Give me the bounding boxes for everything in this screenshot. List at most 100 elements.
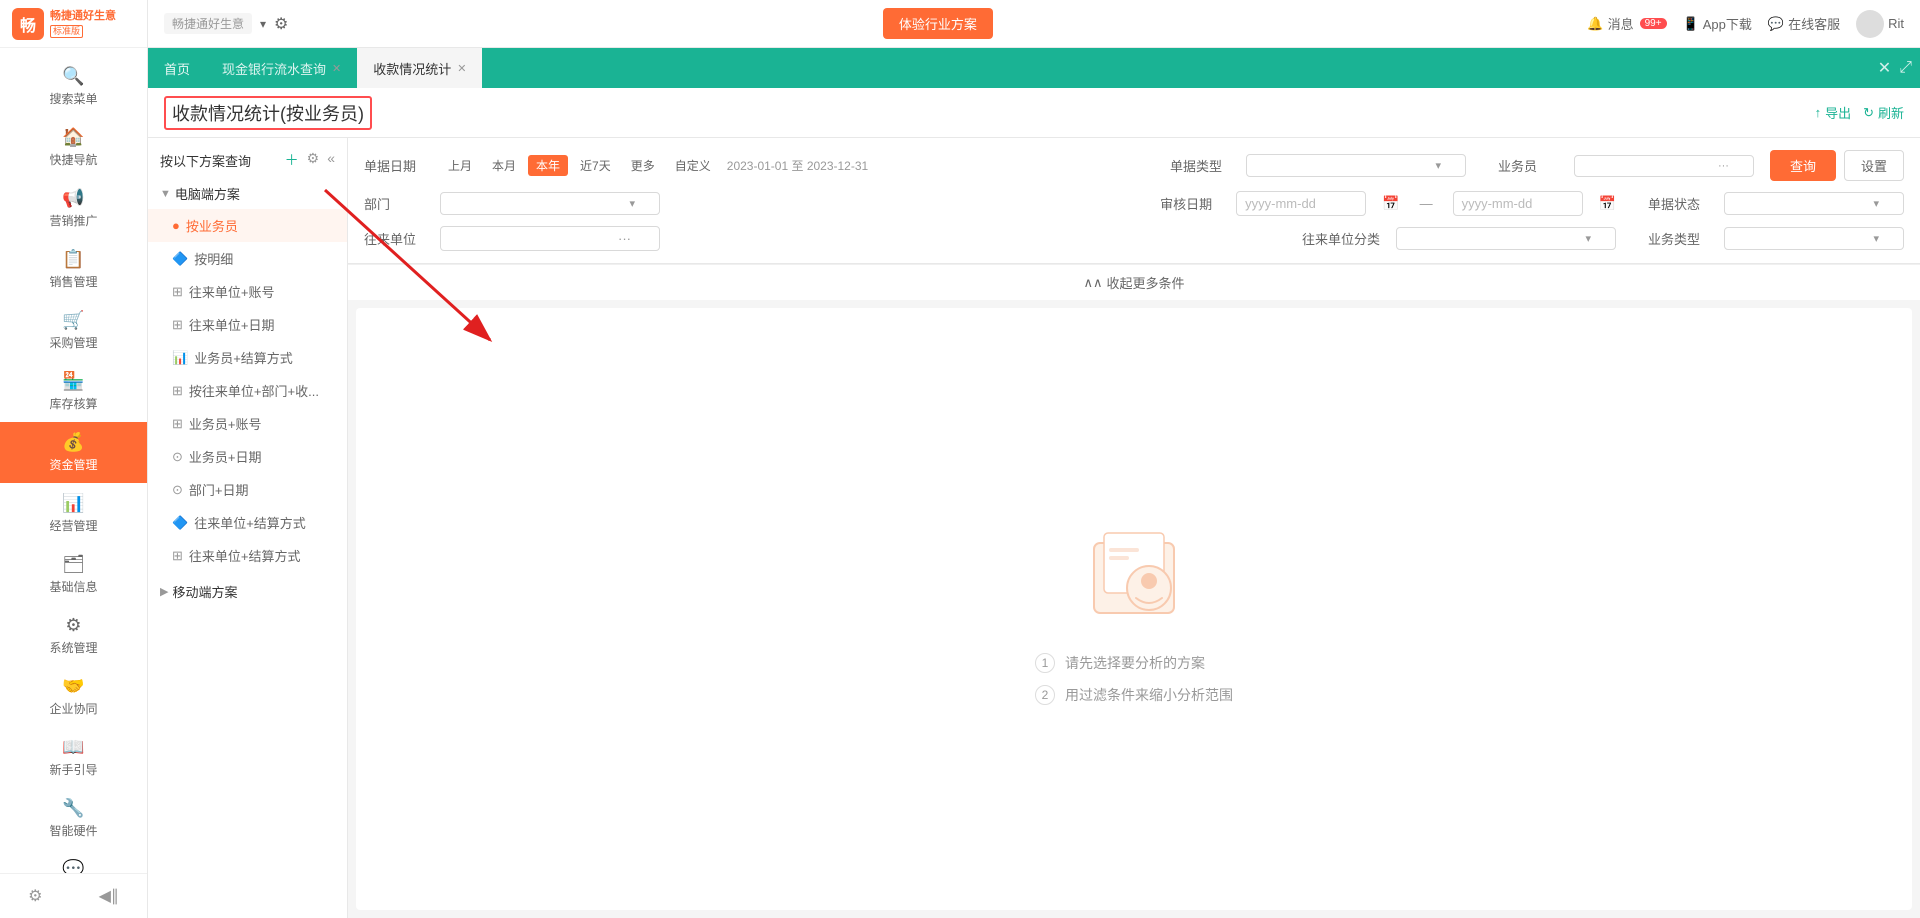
receipt-tab-close[interactable]: ✕ xyxy=(457,62,466,75)
scheme-item-client-settle1[interactable]: 🔷 往来单位+结算方式 xyxy=(148,506,347,539)
scheme-item-staff-date[interactable]: ⊙ 业务员+日期 xyxy=(148,440,347,473)
left-panel-header: 按以下方案查询 ＋ ⚙ « xyxy=(148,138,347,178)
operations-icon: 📊 xyxy=(62,493,84,514)
counterpart-category-select[interactable]: ▾ xyxy=(1396,227,1616,250)
sidebar-item-enterprise[interactable]: 🤝 企业协同 xyxy=(0,666,147,727)
online-service-group[interactable]: 💬 在线客服 xyxy=(1768,14,1840,33)
audit-date-to[interactable]: yyyy-mm-dd xyxy=(1453,191,1583,216)
home-tab-label: 首页 xyxy=(164,59,190,78)
collapse-bar[interactable]: ∧∧ 收起更多条件 xyxy=(348,264,1920,300)
header-gear-icon[interactable]: ⚙ xyxy=(274,14,288,34)
doc-status-select[interactable]: ▾ xyxy=(1724,192,1904,215)
collapse-sidebar-button[interactable]: ◀∥ xyxy=(99,886,119,906)
active-scheme-icon: ● xyxy=(172,218,180,233)
sidebar-item-finance[interactable]: 💰 资金管理 xyxy=(0,422,147,483)
date-tab-this-year[interactable]: 本年 xyxy=(528,155,568,176)
sidebar-item-quicknav[interactable]: 🏠 快捷导航 xyxy=(0,117,147,178)
app-download-group[interactable]: 📱 App下载 xyxy=(1683,14,1752,33)
query-button[interactable]: 查询 xyxy=(1770,150,1836,181)
doc-type-select[interactable]: ▾ xyxy=(1246,154,1466,177)
avatar xyxy=(1856,10,1884,38)
service-icon: 💬 xyxy=(1768,16,1784,32)
doc-status-arrow: ▾ xyxy=(1873,197,1879,210)
page-title-bar: 收款情况统计(按业务员) ↑ 导出 ↻ 刷新 xyxy=(148,88,1920,138)
dept-select[interactable]: ▾ xyxy=(440,192,660,215)
logo-badge: 标准版 xyxy=(50,23,116,39)
biz-type-select[interactable]: ▾ xyxy=(1724,227,1904,250)
sidebar-item-search[interactable]: 🔍 搜索菜单 xyxy=(0,56,147,117)
staff-select[interactable]: ··· xyxy=(1574,155,1754,177)
date-tab-this-month[interactable]: 本月 xyxy=(484,155,524,176)
date-tab-last7[interactable]: 近7天 xyxy=(572,155,619,176)
biz-type-arrow: ▾ xyxy=(1873,232,1879,245)
collapse-panel-button[interactable]: « xyxy=(327,150,335,170)
empty-step-1: 1 请先选择要分析的方案 xyxy=(1035,653,1233,673)
sidebar-item-inventory[interactable]: 🏪 库存核算 xyxy=(0,361,147,422)
tab-expand[interactable]: ⤢ xyxy=(1899,59,1912,77)
header-dropdown[interactable]: ▾ xyxy=(260,17,266,31)
calendar-icon-from[interactable]: 📅 xyxy=(1382,195,1399,212)
empty-state: 1 请先选择要分析的方案 2 用过滤条件来缩小分析范围 xyxy=(356,308,1912,910)
scheme-item-client-settle2[interactable]: ⊞ 往来单位+结算方式 xyxy=(148,539,347,572)
filter-row-1: 单据日期 上月 本月 本年 近7天 更多 自定义 2023-01-01 至 20… xyxy=(364,150,1904,181)
settings-button[interactable]: ⚙ xyxy=(28,886,42,906)
scheme-item-client-account[interactable]: ⊞ 往来单位+账号 xyxy=(148,275,347,308)
sidebar-item-system[interactable]: ⚙ 系统管理 xyxy=(0,605,147,666)
refresh-icon: ↻ xyxy=(1863,105,1874,121)
notification-group[interactable]: 🔔 消息 99+ xyxy=(1587,14,1666,33)
detail-icon: 🔷 xyxy=(172,251,188,267)
audit-date-from[interactable]: yyyy-mm-dd xyxy=(1236,191,1366,216)
scheme-item-client-dept[interactable]: ⊞ 按往来单位+部门+收... xyxy=(148,374,347,407)
tab-home[interactable]: 首页 xyxy=(148,48,206,88)
sidebar-item-wechat[interactable]: 💬 企业微信 xyxy=(0,849,147,873)
desktop-group-title[interactable]: ▼ 电脑端方案 xyxy=(148,178,347,209)
date-tab-custom[interactable]: 自定义 xyxy=(667,155,719,176)
scheme-item-staff-settle[interactable]: 📊 业务员+结算方式 xyxy=(148,341,347,374)
scheme-item-dept-date[interactable]: ⊙ 部门+日期 xyxy=(148,473,347,506)
counterpart-select[interactable]: ··· xyxy=(440,226,660,251)
scheme-settings-button[interactable]: ⚙ xyxy=(307,150,320,170)
logo-icon: 畅 xyxy=(12,8,44,40)
set-button[interactable]: 设置 xyxy=(1844,150,1904,181)
body-area: 按以下方案查询 ＋ ⚙ « ▼ 电脑端方案 ● 按业务员 xyxy=(148,138,1920,918)
staff-date-icon: ⊙ xyxy=(172,449,183,465)
empty-steps: 1 请先选择要分析的方案 2 用过滤条件来缩小分析范围 xyxy=(1035,653,1233,705)
scheme-item-client-date[interactable]: ⊞ 往来单位+日期 xyxy=(148,308,347,341)
sidebar-item-operations[interactable]: 📊 经营管理 xyxy=(0,483,147,544)
step-num-2: 2 xyxy=(1035,685,1055,705)
dept-arrow: ▾ xyxy=(629,197,635,210)
calendar-icon-to[interactable]: 📅 xyxy=(1599,195,1616,212)
export-button[interactable]: ↑ 导出 xyxy=(1815,103,1852,122)
sidebar-item-smarthw[interactable]: 🔧 智能硬件 xyxy=(0,788,147,849)
sidebar-item-sales[interactable]: 📋 销售管理 xyxy=(0,239,147,300)
bank-tab-close[interactable]: ✕ xyxy=(332,62,341,75)
left-panel-actions: ＋ ⚙ « xyxy=(285,150,335,170)
tab-receipt[interactable]: 收款情况统计 ✕ xyxy=(357,48,482,88)
system-icon: ⚙ xyxy=(65,615,81,636)
wechat-icon: 💬 xyxy=(62,859,84,873)
trial-button[interactable]: 体验行业方案 xyxy=(883,8,993,39)
bank-tab-label: 现金银行流水查询 xyxy=(222,59,326,78)
user-group[interactable]: Rit xyxy=(1856,10,1904,38)
add-scheme-button[interactable]: ＋ xyxy=(285,150,299,170)
export-icon: ↑ xyxy=(1815,105,1822,120)
filter-right: 查询 设置 xyxy=(1770,150,1904,181)
right-content: 单据日期 上月 本月 本年 近7天 更多 自定义 2023-01-01 至 20… xyxy=(348,138,1920,918)
left-panel: 按以下方案查询 ＋ ⚙ « ▼ 电脑端方案 ● 按业务员 xyxy=(148,138,348,918)
marketing-icon: 📢 xyxy=(62,188,84,209)
search-icon: 🔍 xyxy=(62,66,84,87)
refresh-button[interactable]: ↻ 刷新 xyxy=(1863,103,1904,122)
mobile-group-title[interactable]: ▶ 移动端方案 xyxy=(148,576,347,607)
sidebar-item-purchase[interactable]: 🛒 采购管理 xyxy=(0,300,147,361)
scheme-item-by-detail[interactable]: 🔷 按明细 xyxy=(148,242,347,275)
sidebar-item-marketing[interactable]: 📢 营销推广 xyxy=(0,178,147,239)
scheme-item-staff-account[interactable]: ⊞ 业务员+账号 xyxy=(148,407,347,440)
date-tab-last-month[interactable]: 上月 xyxy=(440,155,480,176)
sidebar-nav: 🔍 搜索菜单 🏠 快捷导航 📢 营销推广 📋 销售管理 🛒 采购管理 🏪 库存核… xyxy=(0,48,147,873)
tab-close-all[interactable]: ✕ xyxy=(1878,58,1891,78)
scheme-item-by-staff[interactable]: ● 按业务员 xyxy=(148,209,347,242)
date-tab-more[interactable]: 更多 xyxy=(623,155,663,176)
sidebar-item-newguide[interactable]: 📖 新手引导 xyxy=(0,727,147,788)
tab-bank[interactable]: 现金银行流水查询 ✕ xyxy=(206,48,357,88)
sidebar-item-basicinfo[interactable]: 🗂 基础信息 xyxy=(0,544,147,605)
